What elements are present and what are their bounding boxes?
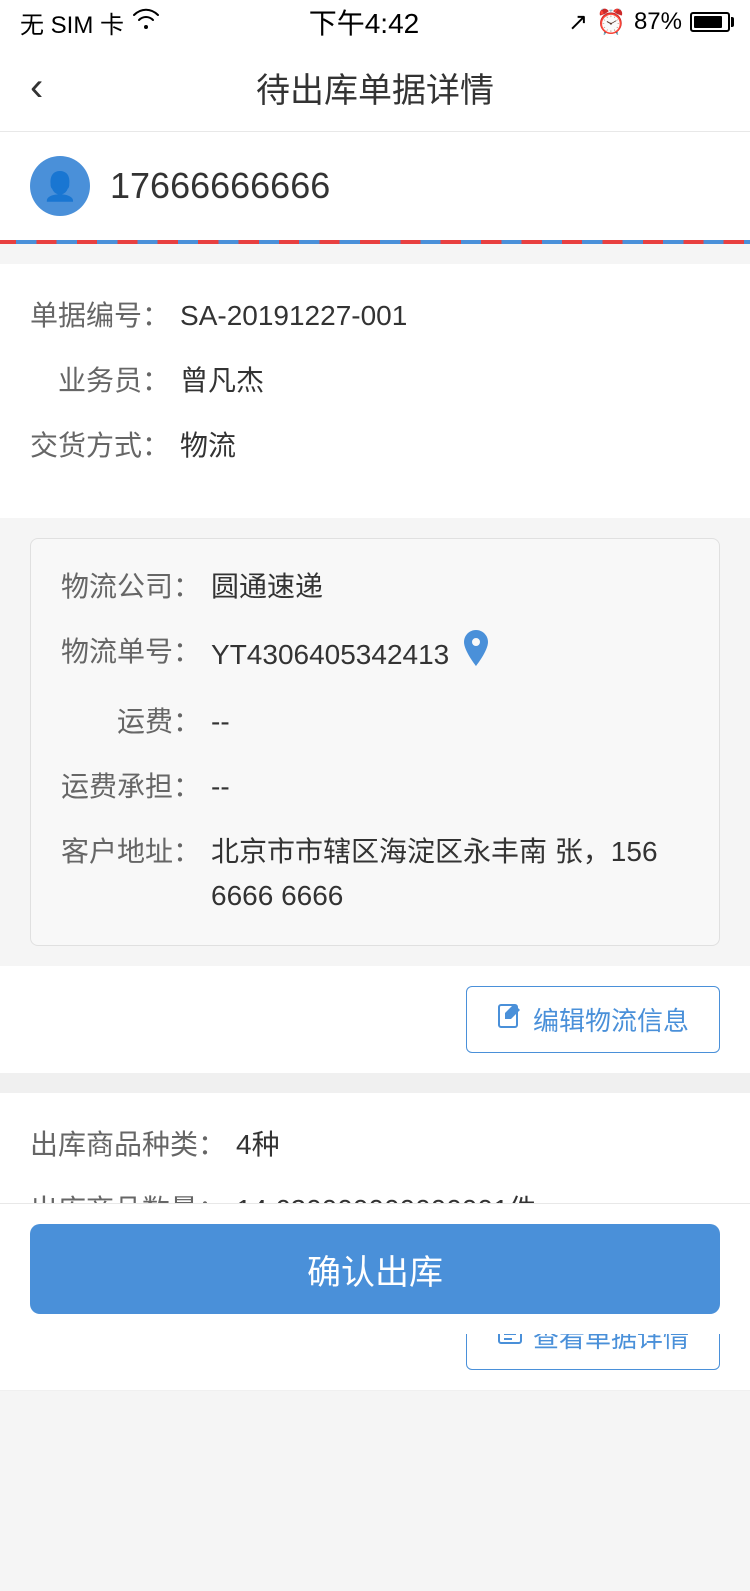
customer-phone: 17666666666 (110, 165, 330, 207)
freight-bearer-value: -- (211, 765, 689, 810)
nav-bar: ‹ 待出库单据详情 (0, 44, 750, 132)
status-time: 下午4:42 (309, 2, 420, 42)
confirm-btn-wrap: 确认出库 (0, 1203, 750, 1334)
confirm-btn-label: 确认出库 (307, 1245, 443, 1294)
carrier-text: 无 SIM 卡 (20, 5, 124, 40)
logistics-company-row: 物流公司： 圆通速递 (61, 565, 689, 610)
edit-icon (497, 1003, 523, 1036)
order-number-row: 单据编号： SA-20191227-001 (30, 294, 720, 339)
logistics-company-label: 物流公司： (61, 565, 201, 610)
freight-row: 运费： -- (61, 700, 689, 745)
customer-header: 👤 17666666666 (0, 132, 750, 244)
logistics-card: 物流公司： 圆通速递 物流单号： YT4306405342413 运费： -- … (30, 538, 720, 946)
address-label: 客户地址： (61, 830, 201, 875)
status-bar: 无 SIM 卡 下午4:42 ↗ ⏰ 87% (0, 0, 750, 44)
address-value: 北京市市辖区海淀区永丰南 张，156 6666 6666 (211, 830, 689, 920)
edit-btn-row: 编辑物流信息 (0, 966, 750, 1073)
tracking-value: YT4306405342413 (211, 630, 689, 680)
salesman-label: 业务员： (30, 359, 170, 404)
delivery-value: 物流 (180, 424, 720, 469)
alarm-icon: ⏰ (596, 8, 626, 37)
order-number-label: 单据编号： (30, 294, 170, 339)
avatar: 👤 (30, 156, 90, 216)
status-left: 无 SIM 卡 (20, 5, 160, 40)
freight-bearer-row: 运费承担： -- (61, 765, 689, 810)
order-number-value: SA-20191227-001 (180, 294, 720, 339)
tracking-number: YT4306405342413 (211, 633, 449, 678)
nav-title: 待出库单据详情 (256, 63, 494, 112)
battery-icon (690, 12, 730, 32)
bottom-spacer (0, 1391, 750, 1591)
back-button[interactable]: ‹ (30, 65, 90, 110)
freight-label: 运费： (61, 700, 201, 745)
logistics-company-value: 圆通速递 (211, 565, 689, 610)
freight-value: -- (211, 700, 689, 745)
order-info-section: 单据编号： SA-20191227-001 业务员： 曾凡杰 交货方式： 物流 (0, 264, 750, 518)
goods-types-value: 4种 (236, 1123, 280, 1168)
wifi-icon (132, 8, 160, 37)
avatar-icon: 👤 (43, 170, 78, 203)
delivery-label: 交货方式： (30, 424, 170, 469)
address-row: 客户地址： 北京市市辖区海淀区永丰南 张，156 6666 6666 (61, 830, 689, 920)
delivery-row: 交货方式： 物流 (30, 424, 720, 469)
battery-percent: 87% (634, 8, 682, 36)
confirm-button[interactable]: 确认出库 (30, 1224, 720, 1314)
tracking-row: 物流单号： YT4306405342413 (61, 630, 689, 680)
goods-types-label: 出库商品种类： (30, 1123, 226, 1168)
goods-types-row: 出库商品种类： 4种 (30, 1123, 720, 1168)
edit-logistics-button[interactable]: 编辑物流信息 (466, 986, 720, 1053)
status-right: ↗ ⏰ 87% (568, 8, 730, 37)
salesman-row: 业务员： 曾凡杰 (30, 359, 720, 404)
freight-bearer-label: 运费承担： (61, 765, 201, 810)
salesman-value: 曾凡杰 (180, 359, 720, 404)
map-pin-icon[interactable] (461, 630, 491, 680)
location-status-icon: ↗ (568, 8, 588, 37)
tracking-label: 物流单号： (61, 630, 201, 675)
edit-btn-label: 编辑物流信息 (533, 1001, 689, 1038)
section-divider (0, 1073, 750, 1093)
